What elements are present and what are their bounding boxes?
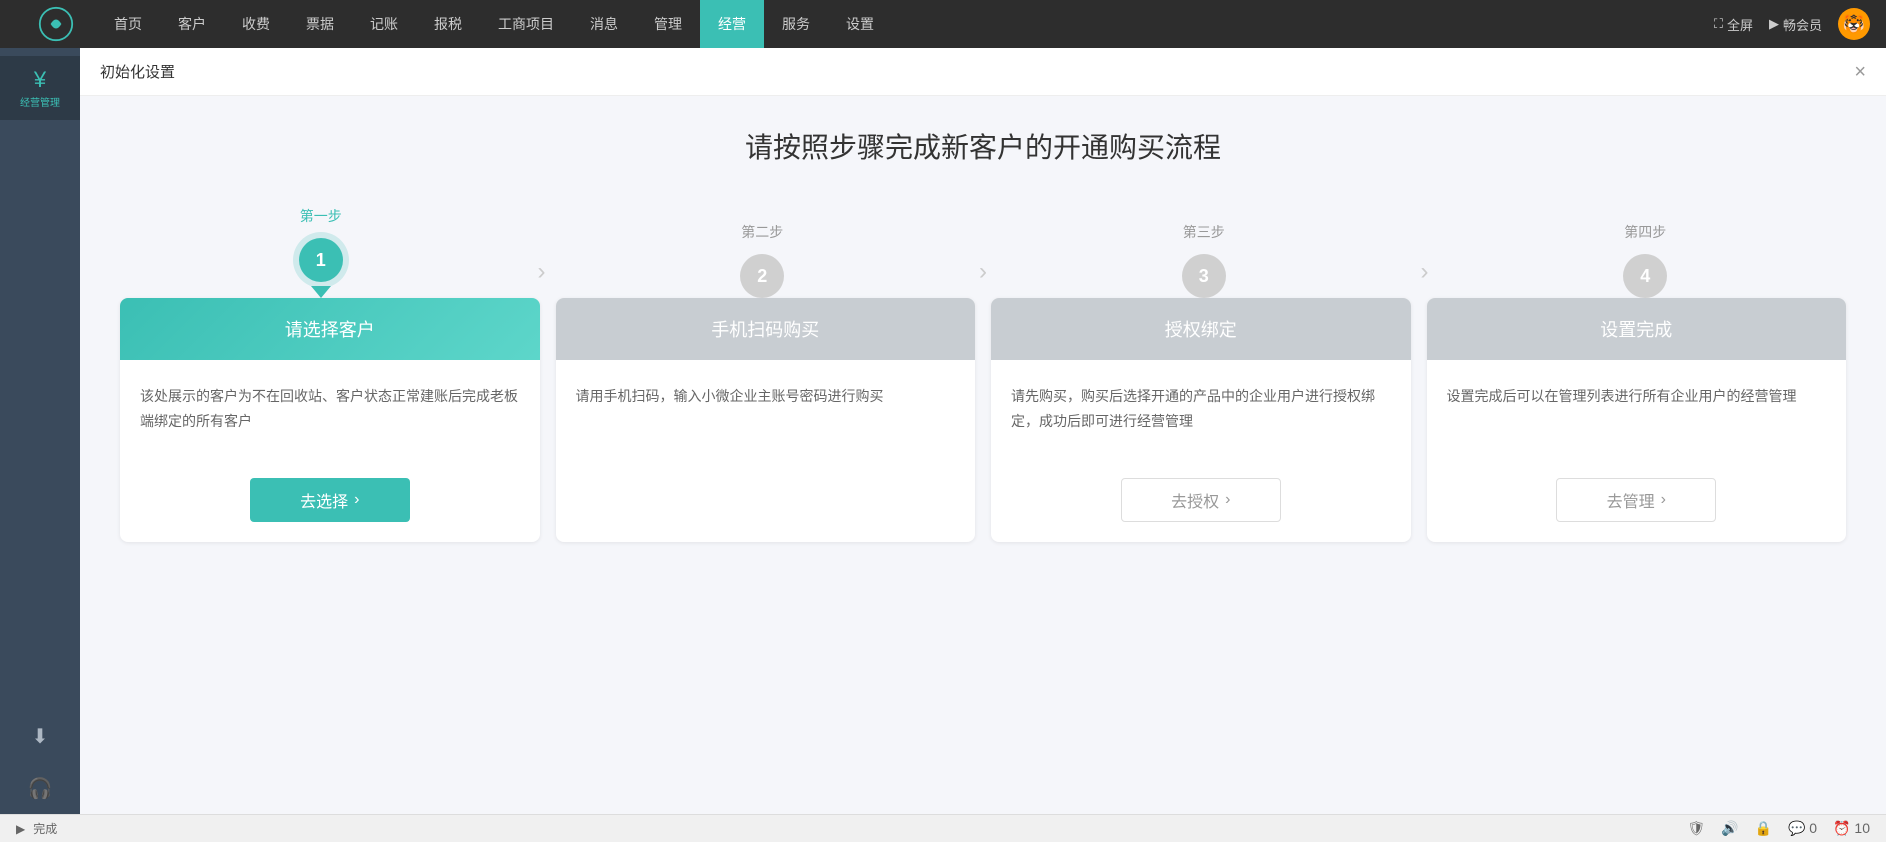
status-bar-left: ▶ 完成 [16, 820, 57, 837]
nav-accounting[interactable]: 记账 [352, 0, 416, 48]
lock-status-icon: 🔒 [1755, 820, 1772, 837]
main-content: 请按照步骤完成新客户的开通购买流程 第一步 1 › 第二步 [80, 96, 1886, 814]
step-card-1-footer: 去选择 › [120, 458, 540, 542]
nav-tax[interactable]: 报税 [416, 0, 480, 48]
step-4-label: 第四步 [1624, 222, 1666, 242]
step-card-3-footer: 去授权 › [991, 458, 1411, 542]
nav-operation[interactable]: 经营 [700, 0, 764, 48]
time-status: ⏰ 10 [1833, 820, 1870, 837]
message-count: 💬 0 [1788, 820, 1817, 837]
close-button[interactable]: × [1854, 62, 1866, 82]
step-card-2-footer [556, 502, 976, 542]
steps-row: 第一步 1 › 第二步 2 [120, 206, 1846, 298]
nav-invoice[interactable]: 票据 [288, 0, 352, 48]
download-icon: ⬇ [32, 724, 49, 749]
step-card-2-body: 请用手机扫码，输入小微企业主账号密码进行购买 [556, 360, 976, 502]
app-logo[interactable] [16, 6, 96, 42]
nav-right-area: ⛶ 全屏 ▶ 畅会员 🐯 [1714, 8, 1870, 40]
step-card-3-body: 请先购买，购买后选择开通的产品中的企业用户进行授权绑定，成功后即可进行经营管理 [991, 360, 1411, 458]
step-card-1-body: 该处展示的客户为不在回收站、客户状态正常建账后完成老板端绑定的所有客户 [120, 360, 540, 458]
go-manage-button[interactable]: 去管理 › [1556, 478, 1716, 522]
status-bar-right: 🛡 🔊 🔒 💬 0 ⏰ 10 [1687, 820, 1870, 837]
step-header-2: 第二步 2 [562, 222, 964, 298]
page-header: 初始化设置 × [80, 48, 1886, 96]
flow-title: 请按照步骤完成新客户的开通购买流程 [120, 126, 1846, 166]
sound-status-icon: 🔊 [1721, 820, 1738, 837]
headset-icon: 🎧 [28, 776, 53, 801]
sidebar-item-label: 经营管理 [20, 97, 60, 110]
nav-home[interactable]: 首页 [96, 0, 160, 48]
step-card-2: 手机扫码购买 请用手机扫码，输入小微企业主账号密码进行购买 [556, 298, 976, 542]
go-authorize-button[interactable]: 去授权 › [1121, 478, 1281, 522]
step-2-label: 第二步 [741, 222, 783, 242]
connector-3-4: › [1405, 258, 1445, 298]
arrow-icon-2: › [979, 258, 987, 286]
fullscreen-icon: ⛶ [1714, 16, 1723, 32]
nav-business[interactable]: 工商项目 [480, 0, 572, 48]
nav-menu: 首页 客户 收费 票据 记账 报税 工商项目 消息 管理 经营 服务 设置 [96, 0, 1714, 48]
sidebar-download[interactable]: ⬇ [0, 710, 80, 762]
play-icon: ▶ [1769, 16, 1779, 32]
nav-service[interactable]: 服务 [764, 0, 828, 48]
fullscreen-button[interactable]: ⛶ 全屏 [1714, 15, 1753, 34]
connector-1-2: › [522, 258, 562, 298]
step-card-1-header: 请选择客户 [120, 298, 540, 360]
step-2-circle: 2 [740, 254, 784, 298]
step-card-3-header: 授权绑定 [991, 298, 1411, 360]
nav-settings[interactable]: 设置 [828, 0, 892, 48]
top-navigation: 首页 客户 收费 票据 记账 报税 工商项目 消息 管理 经营 服务 设置 ⛶ … [0, 0, 1886, 48]
shield-status-icon: 🛡 [1687, 820, 1705, 837]
step-3-circle: 3 [1182, 254, 1226, 298]
play-status-icon: ▶ [16, 822, 25, 836]
sidebar-item-operation[interactable]: ¥ 经营管理 [0, 56, 80, 120]
yuan-icon: ¥ [34, 67, 46, 93]
chevron-right-icon-3: › [1661, 491, 1666, 509]
member-button[interactable]: ▶ 畅会员 [1769, 15, 1822, 34]
main-layout: ¥ 经营管理 ⬇ 🎧 初始化设置 × 请按照步骤完成新客户的开通购买流程 第一步 [0, 48, 1886, 814]
page-title: 初始化设置 [100, 61, 175, 82]
sidebar-support[interactable]: 🎧 [0, 762, 80, 814]
nav-fee[interactable]: 收费 [224, 0, 288, 48]
chevron-right-icon-2: › [1225, 491, 1230, 509]
arrow-icon: › [538, 258, 546, 286]
nav-manage[interactable]: 管理 [636, 0, 700, 48]
step-card-4-header: 设置完成 [1427, 298, 1847, 360]
step-card-1: 请选择客户 该处展示的客户为不在回收站、客户状态正常建账后完成老板端绑定的所有客… [120, 298, 540, 542]
nav-customer[interactable]: 客户 [160, 0, 224, 48]
status-bar: ▶ 完成 🛡 🔊 🔒 💬 0 ⏰ 10 [0, 814, 1886, 842]
step-header-1: 第一步 1 [120, 206, 522, 298]
step-card-3: 授权绑定 请先购买，购买后选择开通的产品中的企业用户进行授权绑定，成功后即可进行… [991, 298, 1411, 542]
step-card-4: 设置完成 设置完成后可以在管理列表进行所有企业用户的经营管理 去管理 › [1427, 298, 1847, 542]
nav-message[interactable]: 消息 [572, 0, 636, 48]
chevron-right-icon: › [354, 491, 359, 509]
step-cards: 请选择客户 该处展示的客户为不在回收站、客户状态正常建账后完成老板端绑定的所有客… [120, 298, 1846, 542]
status-label: 完成 [33, 820, 57, 837]
step-header-3: 第三步 3 [1003, 222, 1405, 298]
step-4-circle: 4 [1623, 254, 1667, 298]
go-select-button[interactable]: 去选择 › [250, 478, 410, 522]
avatar[interactable]: 🐯 [1838, 8, 1870, 40]
step-1-label: 第一步 [300, 206, 342, 226]
step-card-4-footer: 去管理 › [1427, 458, 1847, 542]
step-card-4-body: 设置完成后可以在管理列表进行所有企业用户的经营管理 [1427, 360, 1847, 458]
step-1-circle: 1 [299, 238, 343, 282]
arrow-icon-3: › [1421, 258, 1429, 286]
step-3-label: 第三步 [1183, 222, 1225, 242]
step-card-2-header: 手机扫码购买 [556, 298, 976, 360]
connector-2-3: › [963, 258, 1003, 298]
step-header-4: 第四步 4 [1445, 222, 1847, 298]
sidebar: ¥ 经营管理 ⬇ 🎧 [0, 48, 80, 814]
content-area: 初始化设置 × 请按照步骤完成新客户的开通购买流程 第一步 1 › [80, 48, 1886, 814]
